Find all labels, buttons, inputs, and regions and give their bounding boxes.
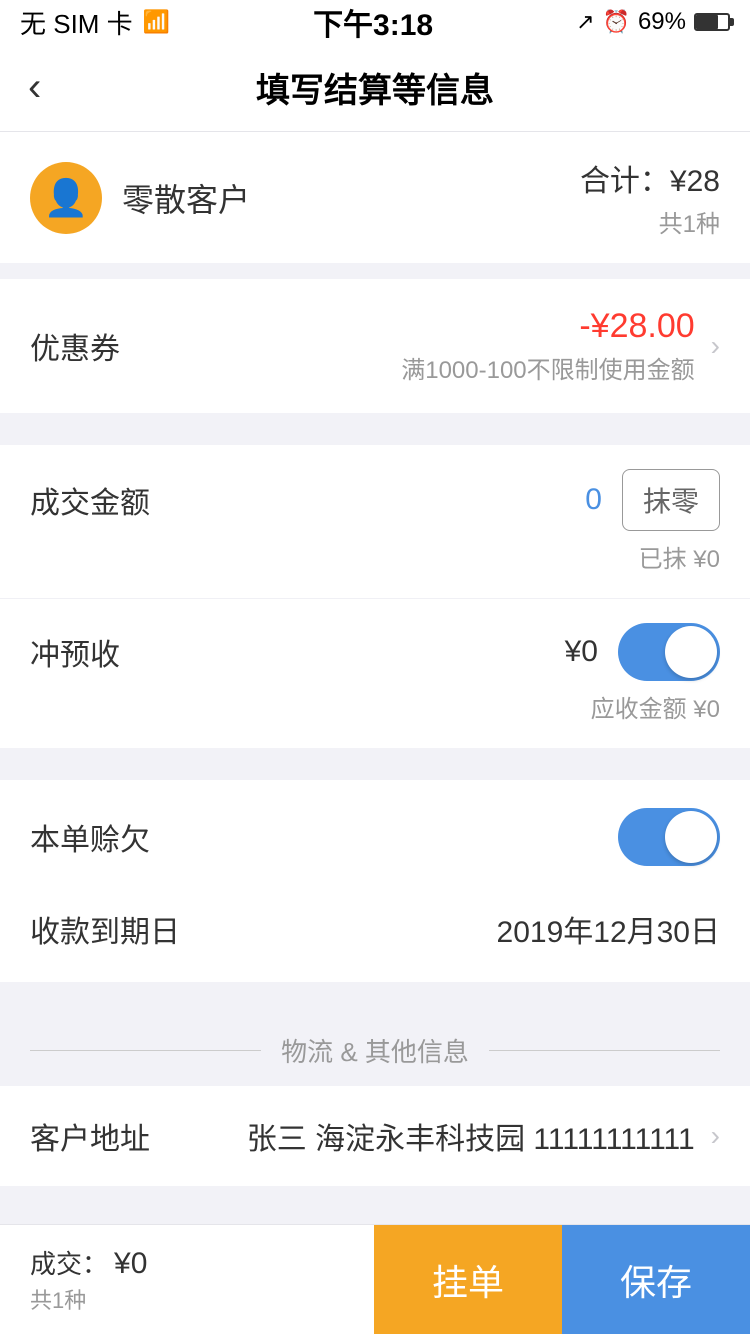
debt-label: 本单赊欠 xyxy=(30,815,150,859)
debt-section: 本单赊欠 收款到期日 2019年12月30日 xyxy=(0,780,750,982)
coupon-description: 满1000-100不限制使用金额 xyxy=(401,350,694,385)
advance-label: 冲预收 xyxy=(30,630,120,674)
status-right: ↗ ⏰ 69% xyxy=(576,8,730,36)
deal-amount-label: 成交金额 xyxy=(30,478,150,522)
avatar-icon: 👤 xyxy=(44,177,89,219)
address-label: 客户地址 xyxy=(30,1114,150,1158)
chevron-right-icon: › xyxy=(711,330,720,362)
back-button[interactable]: ‹ xyxy=(28,65,41,110)
hang-button[interactable]: 挂单 xyxy=(374,1225,562,1334)
customer-row: 👤 零散客户 合计：¥28 共1种 xyxy=(0,132,750,263)
customer-summary: 合计：¥28 共1种 xyxy=(580,156,720,239)
bottom-summary: 成交： ¥0 共1种 xyxy=(0,1244,374,1315)
section-divider-2 xyxy=(0,764,750,780)
status-bar: 无 SIM 卡 📶 下午3:18 ↗ ⏰ 69% xyxy=(0,0,750,44)
bottom-deal-value: ¥0 xyxy=(114,1247,147,1281)
battery-label: 69% xyxy=(638,8,686,36)
address-row[interactable]: 客户地址 张三 海淀永丰科技园 11111111111 › xyxy=(0,1086,750,1186)
coupon-label: 优惠券 xyxy=(30,324,120,368)
coupon-discount-value: -¥28.00 xyxy=(401,307,694,346)
section-divider-3 xyxy=(0,998,750,1014)
toggle-knob xyxy=(665,626,717,678)
advance-value-block: ¥0 xyxy=(565,635,598,669)
due-date-value: 2019年12月30日 xyxy=(497,907,720,951)
section-divider-1 xyxy=(0,429,750,445)
location-icon: ↗ xyxy=(576,9,594,35)
address-value: 张三 海淀永丰科技园 11111111111 xyxy=(247,1114,695,1158)
coupon-section: 优惠券 -¥28.00 满1000-100不限制使用金额 › xyxy=(0,279,750,413)
coupon-right: -¥28.00 满1000-100不限制使用金额 › xyxy=(401,307,720,385)
advance-right: ¥0 xyxy=(565,623,720,681)
save-button[interactable]: 保存 xyxy=(562,1225,750,1334)
coupon-value-block: -¥28.00 满1000-100不限制使用金额 xyxy=(401,307,694,385)
bottom-count: 共1种 xyxy=(30,1283,374,1315)
due-date-row: 收款到期日 2019年12月30日 xyxy=(0,894,750,982)
page-title: 填写结算等信息 xyxy=(256,63,494,112)
deal-amount-value: 0 xyxy=(585,483,602,517)
bottom-deal-label: 成交： xyxy=(30,1244,108,1281)
deal-amount-right: 0 抹零 xyxy=(585,469,720,531)
deal-amount-row: 成交金额 0 抹零 xyxy=(0,445,750,539)
deal-amount-section: 成交金额 0 抹零 已抹 ¥0 冲预收 ¥0 应收金额 ¥0 xyxy=(0,445,750,748)
logistics-header: 物流 & 其他信息 xyxy=(0,1014,750,1086)
customer-count: 共1种 xyxy=(580,204,720,239)
advance-sub-row: 应收金额 ¥0 xyxy=(0,689,750,748)
carrier-label: 无 SIM 卡 xyxy=(20,4,133,41)
status-time: 下午3:18 xyxy=(313,0,433,44)
advance-value: ¥0 xyxy=(565,635,598,669)
customer-left: 👤 零散客户 xyxy=(30,162,250,234)
bottom-deal-row: 成交： ¥0 xyxy=(30,1244,374,1281)
advance-row: 冲预收 ¥0 xyxy=(0,599,750,689)
status-left: 无 SIM 卡 📶 xyxy=(20,4,170,41)
debt-toggle[interactable] xyxy=(618,808,720,866)
battery-icon xyxy=(694,13,730,31)
advance-toggle[interactable] xyxy=(618,623,720,681)
address-chevron-icon: › xyxy=(711,1120,720,1152)
customer-name: 零散客户 xyxy=(122,175,250,221)
coupon-row[interactable]: 优惠券 -¥28.00 满1000-100不限制使用金额 › xyxy=(0,279,750,413)
alarm-icon: ⏰ xyxy=(603,9,630,35)
avatar: 👤 xyxy=(30,162,102,234)
deal-sub-row: 已抹 ¥0 xyxy=(0,539,750,599)
wifi-icon: 📶 xyxy=(143,9,170,35)
address-section: 客户地址 张三 海淀永丰科技园 11111111111 › xyxy=(0,1086,750,1186)
nav-bar: ‹ 填写结算等信息 xyxy=(0,44,750,132)
bottom-bar: 成交： ¥0 共1种 挂单 保存 xyxy=(0,1224,750,1334)
address-right: 张三 海淀永丰科技园 11111111111 › xyxy=(247,1114,720,1158)
debt-toggle-knob xyxy=(665,811,717,863)
content-area: 👤 零散客户 合计：¥28 共1种 优惠券 -¥28.00 满1000-100不… xyxy=(0,132,750,1322)
logistics-label: 物流 & 其他信息 xyxy=(261,1032,489,1069)
debt-row: 本单赊欠 xyxy=(0,780,750,894)
smash-zero-button[interactable]: 抹零 xyxy=(622,469,720,531)
customer-total: 合计：¥28 xyxy=(580,156,720,200)
due-date-label: 收款到期日 xyxy=(30,907,180,951)
